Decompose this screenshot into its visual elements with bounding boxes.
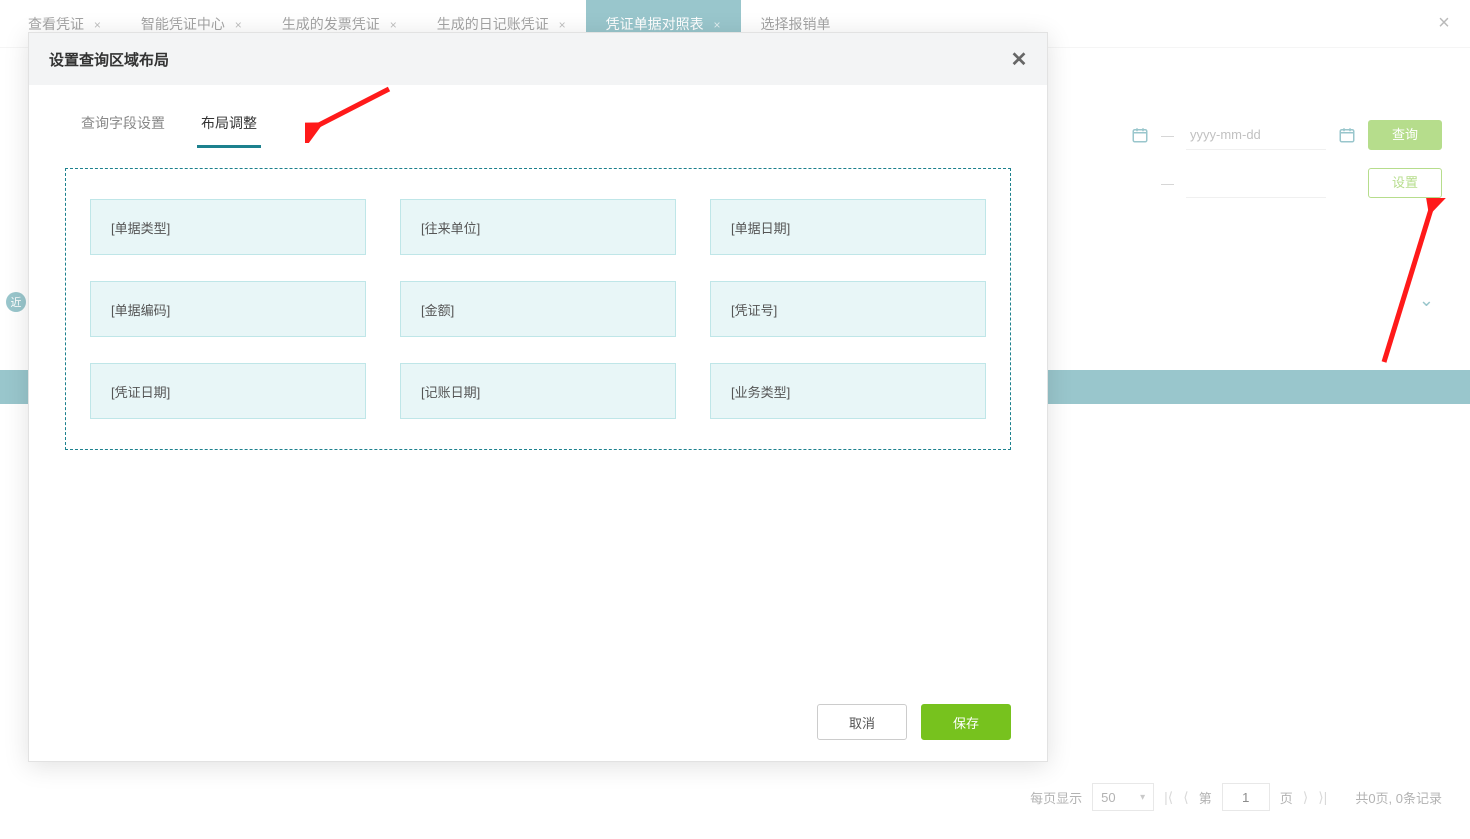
field-item[interactable]: [往来单位]	[400, 199, 676, 255]
field-item[interactable]: [单据类型]	[90, 199, 366, 255]
cancel-button[interactable]: 取消	[817, 704, 907, 740]
dialog-footer: 取消 保存	[29, 683, 1047, 761]
sub-tab-fields[interactable]: 查询字段设置	[77, 105, 169, 148]
sub-tab-layout[interactable]: 布局调整	[197, 105, 261, 148]
dialog-sub-tabs: 查询字段设置 布局调整	[77, 105, 1011, 148]
field-drop-area[interactable]: [单据类型] [往来单位] [单据日期] [单据编码] [金额] [凭证号] […	[65, 168, 1011, 450]
dialog-header: 设置查询区域布局 ✕	[29, 33, 1047, 85]
dialog-title: 设置查询区域布局	[49, 49, 169, 70]
field-item[interactable]: [业务类型]	[710, 363, 986, 419]
field-item[interactable]: [单据日期]	[710, 199, 986, 255]
dialog-body: 查询字段设置 布局调整 [单据类型] [往来单位] [单据日期] [单据编码] …	[29, 85, 1047, 683]
field-item[interactable]: [凭证号]	[710, 281, 986, 337]
save-button[interactable]: 保存	[921, 704, 1011, 740]
field-item[interactable]: [凭证日期]	[90, 363, 366, 419]
field-item[interactable]: [单据编码]	[90, 281, 366, 337]
field-item[interactable]: [记账日期]	[400, 363, 676, 419]
field-item[interactable]: [金额]	[400, 281, 676, 337]
layout-settings-dialog: 设置查询区域布局 ✕ 查询字段设置 布局调整 [单据类型] [往来单位] [单据…	[28, 32, 1048, 762]
dialog-close-button[interactable]: ✕	[1005, 45, 1033, 73]
